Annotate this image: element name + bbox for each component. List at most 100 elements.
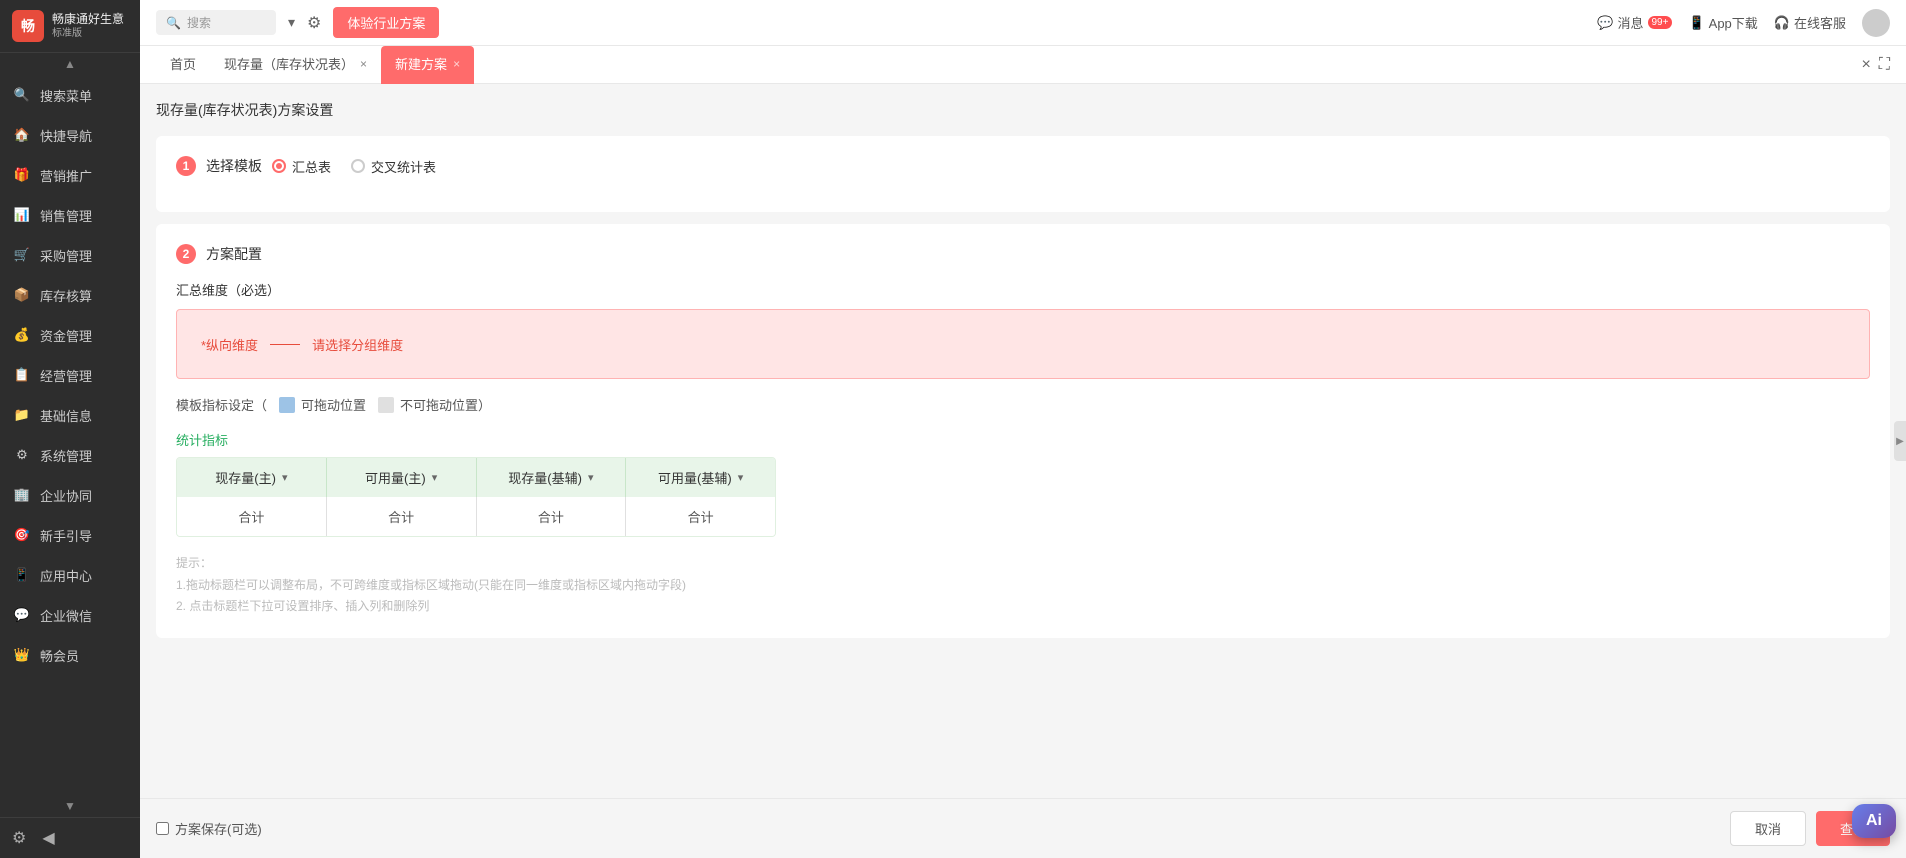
sidebar-scroll-up[interactable]: ▲ xyxy=(0,53,140,75)
ai-float-button[interactable]: Ai xyxy=(1852,804,1896,838)
online-service-button[interactable]: 🎧 在线客服 xyxy=(1774,13,1846,32)
sidebar-item-app-center[interactable]: 📱 应用中心 xyxy=(0,555,140,595)
home-icon: 🏠 xyxy=(12,125,32,145)
tabs-actions: × ⛶ xyxy=(1861,56,1890,74)
save-scheme-input[interactable] xyxy=(156,822,169,835)
building-icon: 🏢 xyxy=(12,485,32,505)
draggable-label: 可拖动位置 xyxy=(301,395,366,414)
sidebar-bottom: ⚙ ◀ xyxy=(0,817,140,858)
tip-item-2: 2. 点击标题栏下拉可设置排序、插入列和删除列 xyxy=(176,596,1870,618)
app-download-button[interactable]: 📱 App下载 xyxy=(1688,13,1757,32)
sidebar-scroll-down[interactable]: ▼ xyxy=(0,795,140,817)
sidebar-item-label: 经营管理 xyxy=(40,366,92,385)
stats-col1-header[interactable]: 现存量(主) ▾ xyxy=(177,458,327,497)
sidebar-item-label: 系统管理 xyxy=(40,446,92,465)
stats-col1-value: 合计 xyxy=(177,497,327,536)
stats-table-header: 现存量(主) ▾ 可用量(主) ▾ 现存量(基辅) ▾ 可用量(基辅) ▾ xyxy=(177,458,775,497)
sidebar-item-finance[interactable]: 💰 资金管理 xyxy=(0,315,140,355)
money-icon: 💰 xyxy=(12,325,32,345)
chat-icon: 💬 xyxy=(12,605,32,625)
gift-icon: 🎁 xyxy=(12,165,32,185)
messages-button[interactable]: 💬 消息 99+ xyxy=(1597,13,1672,32)
stats-col2-header[interactable]: 可用量(主) ▾ xyxy=(327,458,477,497)
message-icon: 💬 xyxy=(1597,15,1613,31)
industry-solution-button[interactable]: 体验行业方案 xyxy=(333,7,439,38)
radio-summary[interactable]: 汇总表 xyxy=(272,157,331,176)
sidebar-item-label: 资金管理 xyxy=(40,326,92,345)
tab-inventory-status[interactable]: 现存量（库存状况表） × xyxy=(210,46,381,84)
clipboard-icon: 📋 xyxy=(12,365,32,385)
sidebar-item-management[interactable]: 📋 经营管理 xyxy=(0,355,140,395)
draggable-icon xyxy=(279,397,295,413)
radio-cross-circle xyxy=(351,159,365,173)
radio-summary-label: 汇总表 xyxy=(292,157,331,176)
tab-new-scheme-label: 新建方案 xyxy=(395,54,447,73)
crown-icon: 👑 xyxy=(12,645,32,665)
folder-icon: 📁 xyxy=(12,405,32,425)
draggable-indicator: 可拖动位置 xyxy=(279,395,366,414)
user-avatar[interactable] xyxy=(1862,9,1890,37)
sidebar-item-purchase[interactable]: 🛒 采购管理 xyxy=(0,235,140,275)
stats-col2-value: 合计 xyxy=(327,497,477,536)
vertical-dimension-label: *纵向维度 xyxy=(201,335,258,354)
sidebar-item-member[interactable]: 👑 畅会员 xyxy=(0,635,140,675)
logo-text: 畅康通好生意 标准版 xyxy=(52,12,124,41)
template-radio-group: 汇总表 交叉统计表 xyxy=(272,157,436,176)
tab-home[interactable]: 首页 xyxy=(156,46,210,84)
expand-window-button[interactable]: ⛶ xyxy=(1879,56,1890,74)
stats-col2-label: 可用量(主) xyxy=(365,468,426,487)
sidebar-item-marketing[interactable]: 🎁 营销推广 xyxy=(0,155,140,195)
sidebar-item-label: 新手引导 xyxy=(40,526,92,545)
sidebar-item-system[interactable]: ⚙ 系统管理 xyxy=(0,435,140,475)
page-title: 现存量(库存状况表)方案设置 xyxy=(156,100,1890,120)
dropdown-icon[interactable]: ▾ xyxy=(288,14,295,31)
right-panel-collapse[interactable]: ▶ xyxy=(1894,421,1906,461)
chevron-down-icon[interactable]: ▾ xyxy=(588,471,594,484)
stats-col3-label: 现存量(基辅) xyxy=(508,468,582,487)
sidebar-item-quick-nav[interactable]: 🏠 快捷导航 xyxy=(0,115,140,155)
stats-col3-header[interactable]: 现存量(基辅) ▾ xyxy=(477,458,627,497)
main-area: 🔍 搜索 ▾ ⚙ 体验行业方案 💬 消息 99+ 📱 App下载 🎧 在线客服 xyxy=(140,0,1906,858)
chevron-down-icon[interactable]: ▾ xyxy=(738,471,744,484)
tab-inventory-close[interactable]: × xyxy=(360,57,367,71)
stats-title: 统计指标 xyxy=(176,430,1870,449)
sidebar-item-label: 企业协同 xyxy=(40,486,92,505)
search-box[interactable]: 🔍 搜索 xyxy=(156,10,276,35)
sidebar-item-new-guide[interactable]: 🎯 新手引导 xyxy=(0,515,140,555)
stats-col3-value: 合计 xyxy=(477,497,627,536)
download-icon: 📱 xyxy=(1688,15,1704,31)
sidebar-item-inventory[interactable]: 📦 库存核算 xyxy=(0,275,140,315)
scheme-section: 2 方案配置 汇总维度（必选） *纵向维度 请选择分组维度 模板指标设定（ 可拖… xyxy=(156,224,1890,638)
box-icon: 📦 xyxy=(12,285,32,305)
save-scheme-label: 方案保存(可选) xyxy=(175,819,262,838)
stats-col4-value: 合计 xyxy=(626,497,775,536)
radio-cross[interactable]: 交叉统计表 xyxy=(351,157,436,176)
sidebar-logo: 畅 畅康通好生意 标准版 xyxy=(0,0,140,53)
settings-icon[interactable]: ⚙ xyxy=(12,828,26,848)
logo-icon: 畅 xyxy=(12,10,44,42)
stats-col4-header[interactable]: 可用量(基辅) ▾ xyxy=(626,458,775,497)
collapse-icon[interactable]: ◀ xyxy=(42,828,54,848)
dimension-box[interactable]: *纵向维度 请选择分组维度 xyxy=(176,309,1870,379)
topbar-settings-icon[interactable]: ⚙ xyxy=(307,13,321,33)
stats-table: 现存量(主) ▾ 可用量(主) ▾ 现存量(基辅) ▾ 可用量(基辅) ▾ xyxy=(176,457,776,537)
sidebar-item-basic-info[interactable]: 📁 基础信息 xyxy=(0,395,140,435)
chevron-down-icon[interactable]: ▾ xyxy=(282,471,288,484)
tab-new-scheme-close[interactable]: × xyxy=(453,57,460,71)
footer-bar: 方案保存(可选) 取消 查询 xyxy=(140,798,1906,858)
save-scheme-checkbox[interactable]: 方案保存(可选) xyxy=(156,819,262,838)
non-draggable-label: 不可拖动位置） xyxy=(400,395,491,414)
sidebar-item-label: 应用中心 xyxy=(40,566,92,585)
sidebar: 畅 畅康通好生意 标准版 ▲ 🔍 搜索菜单 🏠 快捷导航 🎁 营销推广 📊 销售… xyxy=(0,0,140,858)
sidebar-item-search[interactable]: 🔍 搜索菜单 xyxy=(0,75,140,115)
close-window-button[interactable]: × xyxy=(1861,56,1870,74)
chevron-down-icon[interactable]: ▾ xyxy=(432,471,438,484)
sidebar-item-sales[interactable]: 📊 销售管理 xyxy=(0,195,140,235)
indicator-setting: 模板指标设定（ 可拖动位置 不可拖动位置） xyxy=(176,395,1870,414)
indicator-setting-label: 模板指标设定（ xyxy=(176,395,267,414)
tab-new-scheme[interactable]: 新建方案 × xyxy=(381,46,474,84)
search-icon: 🔍 xyxy=(166,16,181,30)
cancel-button[interactable]: 取消 xyxy=(1730,811,1806,846)
sidebar-item-enterprise[interactable]: 🏢 企业协同 xyxy=(0,475,140,515)
sidebar-item-enterprise-wechat[interactable]: 💬 企业微信 xyxy=(0,595,140,635)
